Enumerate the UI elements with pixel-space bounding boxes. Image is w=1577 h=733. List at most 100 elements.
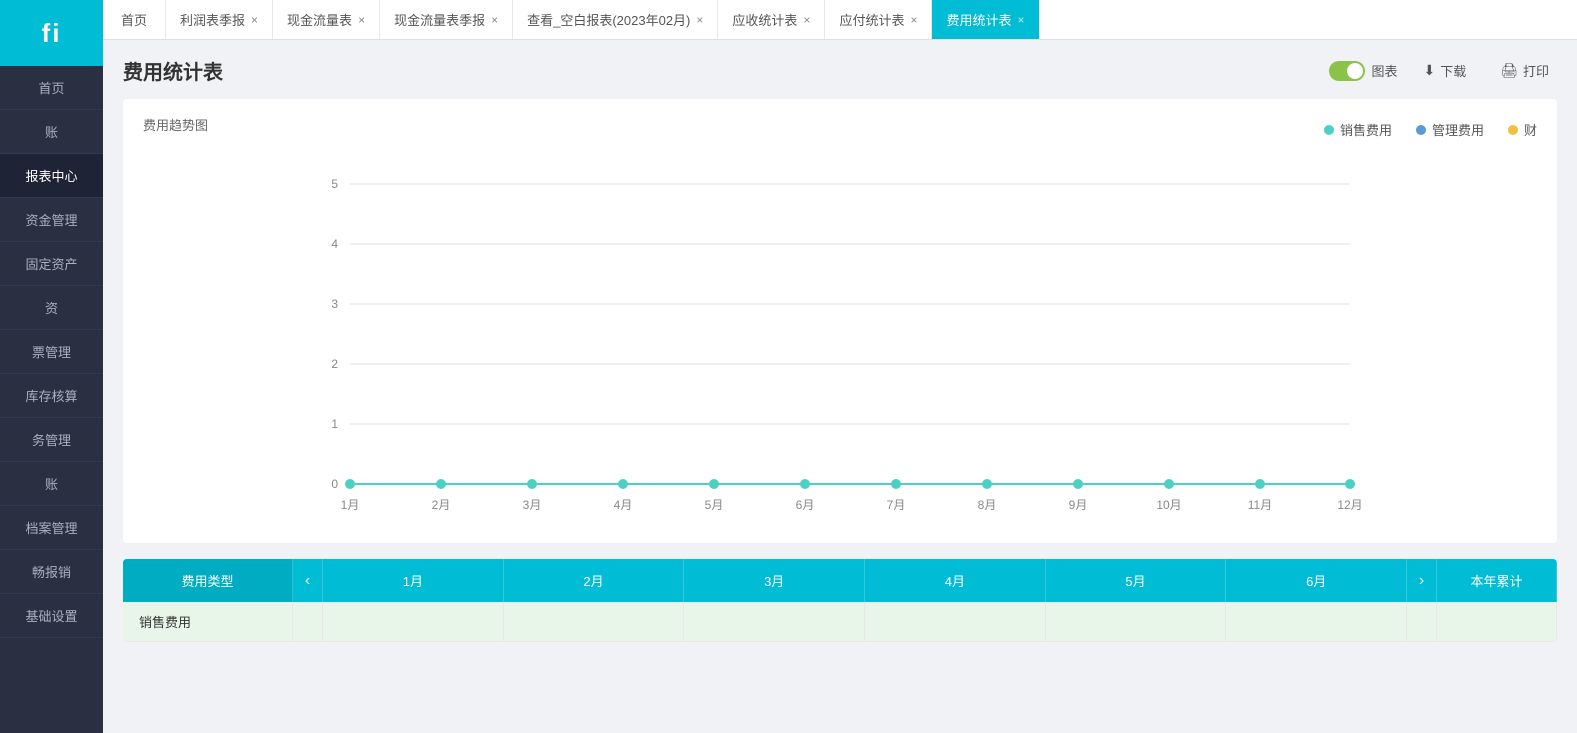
chart-legend: 销售费用 管理费用 财: [1324, 120, 1537, 139]
download-icon: ⬇: [1423, 62, 1435, 79]
sidebar-item-assets[interactable]: 固定资产: [0, 242, 103, 286]
tab-payables[interactable]: 应付统计表 ×: [825, 0, 932, 39]
th-month-3: 3月: [684, 559, 865, 602]
tab-close-blank-report[interactable]: ×: [696, 13, 703, 27]
tab-cashflow[interactable]: 现金流量表 ×: [273, 0, 380, 39]
chart-card: 费用趋势图 销售费用 管理费用 财: [123, 99, 1557, 543]
tab-profit-quarterly[interactable]: 利润表季报 ×: [166, 0, 273, 39]
td-sales-m5: [1046, 602, 1227, 641]
svg-text:8月: 8月: [978, 498, 997, 512]
svg-text:3月: 3月: [523, 498, 542, 512]
svg-text:0: 0: [331, 477, 338, 491]
chart-dot-apr: [618, 479, 628, 489]
chart-dot-jul: [891, 479, 901, 489]
td-spacer-prev: [293, 602, 323, 641]
chart-dot-jan: [345, 479, 355, 489]
chart-dot-aug: [982, 479, 992, 489]
prev-arrow-icon[interactable]: ‹: [301, 572, 314, 590]
th-month-5: 5月: [1046, 559, 1227, 602]
td-type-sales: 销售费用: [123, 602, 293, 641]
page-title: 费用统计表: [123, 56, 223, 85]
table-header-row: 费用类型 ‹ 1月 2月 3月 4月 5月 6月 › 本年累计: [123, 559, 1557, 602]
td-sales-m4: [865, 602, 1046, 641]
download-button[interactable]: ⬇ 下载: [1415, 57, 1474, 84]
legend-sales: 销售费用: [1324, 120, 1392, 139]
tab-cashflow-quarterly[interactable]: 现金流量表季报 ×: [380, 0, 513, 39]
th-month-2: 2月: [504, 559, 685, 602]
legend-sales-label: 销售费用: [1340, 120, 1392, 139]
svg-text:7月: 7月: [887, 498, 906, 512]
sidebar-item-reports[interactable]: 报表中心: [0, 154, 103, 198]
svg-text:6月: 6月: [796, 498, 815, 512]
page-actions: 图表 ⬇ 下载 🖨 打印: [1329, 57, 1557, 84]
sidebar-item-settings[interactable]: 基础设置: [0, 594, 103, 638]
legend-dot-finance: [1508, 125, 1518, 135]
tab-blank-report[interactable]: 查看_空白报表(2023年02月) ×: [513, 0, 718, 39]
svg-text:12月: 12月: [1337, 498, 1362, 512]
svg-text:5: 5: [331, 177, 338, 191]
sidebar-item-funds[interactable]: 资金管理: [0, 198, 103, 242]
svg-text:2月: 2月: [432, 498, 451, 512]
chart-dot-feb: [436, 479, 446, 489]
chart-svg: 5 4 3 2 1 0: [143, 144, 1537, 524]
th-month-6: 6月: [1226, 559, 1407, 602]
sidebar-item-ledger[interactable]: 账: [0, 462, 103, 506]
td-spacer-next: [1407, 602, 1437, 641]
th-nav-prev[interactable]: ‹: [293, 559, 323, 602]
print-button[interactable]: 🖨 打印: [1492, 57, 1557, 84]
content-area: 费用统计表 图表 ⬇ 下载 🖨 打印 费用趋势图: [103, 40, 1577, 733]
sidebar: fi 首页 账 报表中心 资金管理 固定资产 资 票管理 库存核算 务管理 账 …: [0, 0, 103, 733]
td-sales-m3: [684, 602, 865, 641]
main-area: 首页 利润表季报 × 现金流量表 × 现金流量表季报 × 查看_空白报表(202…: [103, 0, 1577, 733]
sidebar-item-services[interactable]: 务管理: [0, 418, 103, 462]
sidebar-item-resources[interactable]: 资: [0, 286, 103, 330]
svg-text:5月: 5月: [705, 498, 724, 512]
next-arrow-icon[interactable]: ›: [1415, 572, 1428, 590]
tab-close-cashflow-quarterly[interactable]: ×: [491, 13, 498, 27]
svg-text:2: 2: [331, 357, 338, 371]
legend-management-label: 管理费用: [1432, 120, 1484, 139]
svg-text:9月: 9月: [1069, 498, 1088, 512]
tab-close-expenses[interactable]: ×: [1017, 13, 1024, 27]
tab-receivables[interactable]: 应收统计表 ×: [718, 0, 825, 39]
svg-text:3: 3: [331, 297, 338, 311]
sidebar-item-account[interactable]: 账: [0, 110, 103, 154]
print-label: 打印: [1523, 61, 1549, 80]
td-sales-m2: [504, 602, 685, 641]
chart-toggle[interactable]: [1329, 61, 1365, 81]
chart-toggle-label: 图表: [1371, 61, 1397, 80]
chart-dot-mar: [527, 479, 537, 489]
sidebar-item-archives[interactable]: 档案管理: [0, 506, 103, 550]
tab-close-receivables[interactable]: ×: [803, 13, 810, 27]
tabs-bar: 首页 利润表季报 × 现金流量表 × 现金流量表季报 × 查看_空白报表(202…: [103, 0, 1577, 40]
chart-dot-nov: [1255, 479, 1265, 489]
legend-dot-sales: [1324, 125, 1334, 135]
td-sales-m6: [1226, 602, 1407, 641]
th-nav-next[interactable]: ›: [1407, 559, 1437, 602]
download-label: 下载: [1440, 61, 1466, 80]
print-icon: 🖨: [1500, 62, 1518, 79]
svg-text:4: 4: [331, 237, 338, 251]
th-month-4: 4月: [865, 559, 1046, 602]
legend-management: 管理费用: [1416, 120, 1484, 139]
th-type: 费用类型: [123, 559, 293, 602]
tab-close-payables[interactable]: ×: [910, 13, 917, 27]
sidebar-item-inventory[interactable]: 库存核算: [0, 374, 103, 418]
tab-close-profit-quarterly[interactable]: ×: [251, 13, 258, 27]
legend-finance-label: 财: [1524, 120, 1537, 139]
table-row-sales: 销售费用: [123, 602, 1557, 642]
chart-dot-sep: [1073, 479, 1083, 489]
chart-dot-jun: [800, 479, 810, 489]
sidebar-item-expense[interactable]: 畅报销: [0, 550, 103, 594]
tab-close-cashflow[interactable]: ×: [358, 13, 365, 27]
chart-dot-oct: [1164, 479, 1174, 489]
chart-toggle-wrap: 图表: [1329, 61, 1397, 81]
sidebar-item-home[interactable]: 首页: [0, 66, 103, 110]
svg-text:10月: 10月: [1156, 498, 1181, 512]
chart-svg-wrap: 5 4 3 2 1 0: [143, 144, 1537, 527]
tab-expenses[interactable]: 费用统计表 ×: [932, 0, 1039, 39]
sidebar-logo: fi: [0, 0, 103, 66]
table-section: 费用类型 ‹ 1月 2月 3月 4月 5月 6月 › 本年累计 销售费用: [123, 559, 1557, 642]
tab-home[interactable]: 首页: [103, 0, 166, 39]
sidebar-item-invoices[interactable]: 票管理: [0, 330, 103, 374]
